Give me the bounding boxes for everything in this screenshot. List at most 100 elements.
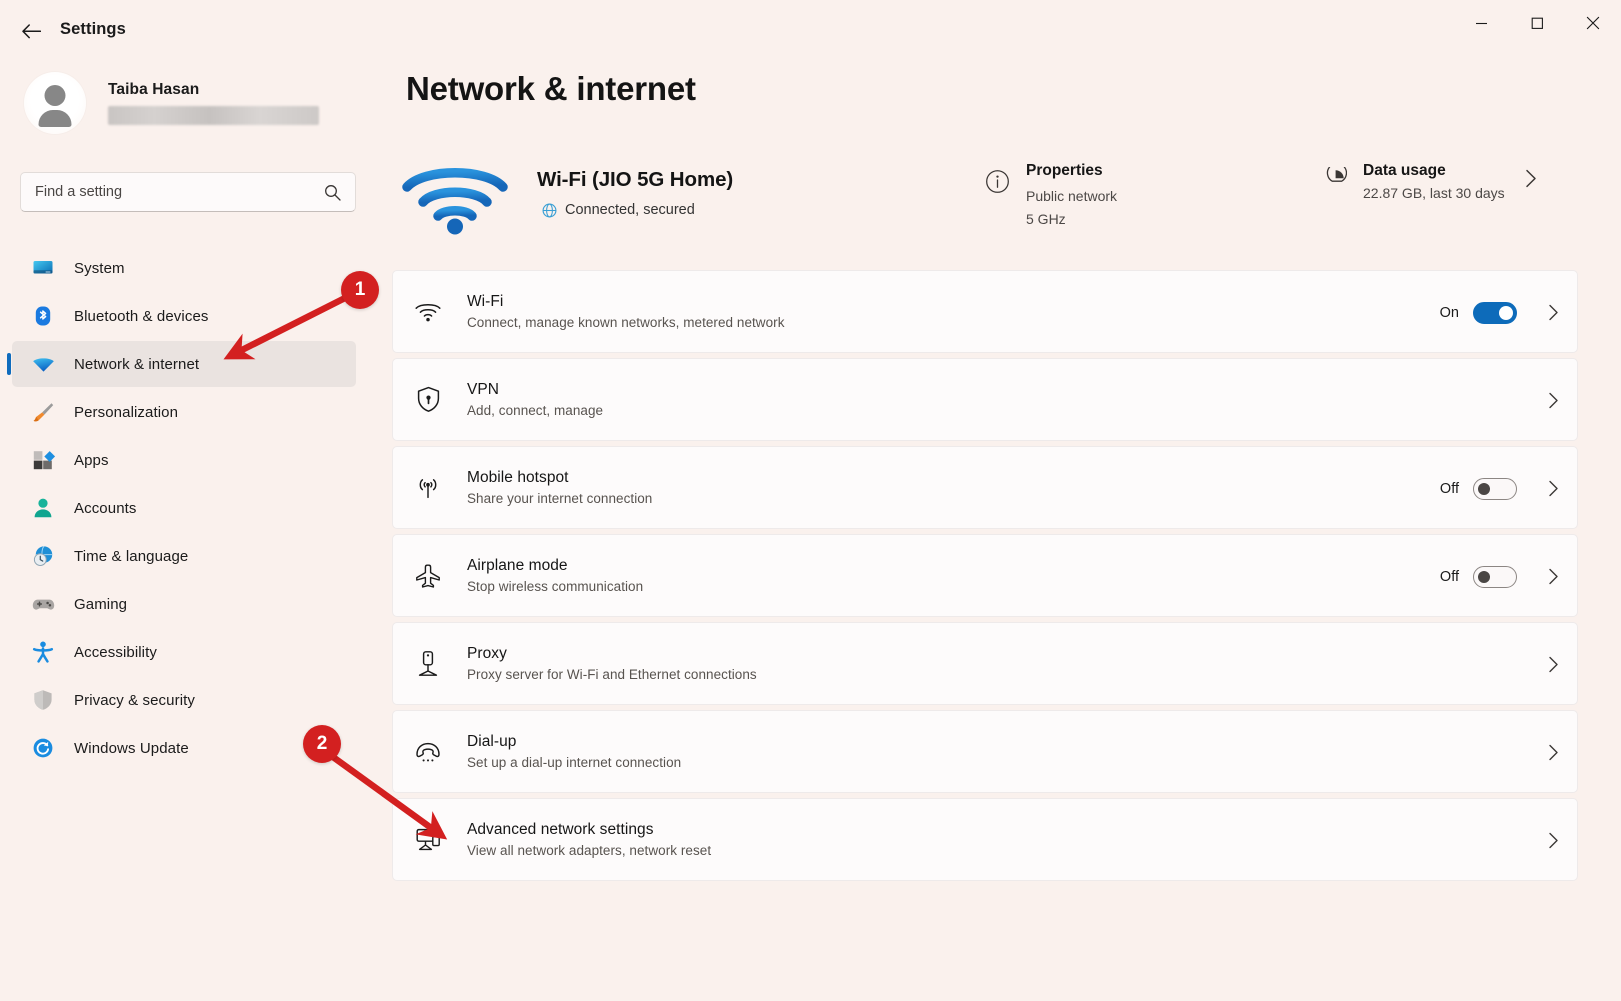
properties-band: 5 GHz <box>1026 210 1066 227</box>
toggle-state-label: Off <box>1439 480 1459 497</box>
title-bar: Settings <box>0 0 1621 62</box>
search-icon <box>324 184 341 206</box>
network-status-header: Wi-Fi (JIO 5G Home) Connected, secured P… <box>390 144 1590 244</box>
proxy-server-icon <box>413 649 443 679</box>
row-controls: Off <box>1440 447 1563 530</box>
row-subtitle: Share your internet connection <box>467 491 653 506</box>
row-controls <box>1543 799 1563 882</box>
sidebar-item-system[interactable]: System <box>12 245 356 291</box>
info-circle-icon <box>985 169 1010 230</box>
pie-chart-icon <box>1320 162 1348 201</box>
settings-window: Settings Taiba Hasan Find a setting Syst… <box>0 0 1621 1001</box>
chevron-right-icon[interactable] <box>1543 656 1563 673</box>
wifi-signal-icon <box>400 154 510 241</box>
row-airplane-mode[interactable]: Airplane mode Stop wireless communicatio… <box>392 534 1578 617</box>
sidebar-item-label: Personalization <box>74 403 179 421</box>
row-wifi[interactable]: Wi-Fi Connect, manage known networks, me… <box>392 270 1578 353</box>
update-refresh-icon <box>30 735 56 761</box>
data-usage-title: Data usage <box>1363 162 1446 179</box>
sidebar-item-label: Accessibility <box>74 643 157 661</box>
monitor-icon <box>30 255 56 281</box>
chevron-right-icon[interactable] <box>1543 568 1563 585</box>
chevron-right-icon[interactable] <box>1525 169 1537 193</box>
row-title: Airplane mode <box>467 557 568 574</box>
maximize-button[interactable] <box>1509 0 1565 46</box>
shield-lock-icon <box>413 385 443 415</box>
row-title: Advanced network settings <box>467 821 654 838</box>
sidebar-item-apps[interactable]: Apps <box>12 437 356 483</box>
clock-globe-icon <box>30 543 56 569</box>
accessibility-person-icon <box>30 639 56 665</box>
sidebar-item-network-internet[interactable]: Network & internet <box>7 341 356 387</box>
row-advanced-network-settings[interactable]: Advanced network settings View all netwo… <box>392 798 1578 881</box>
sidebar-item-accessibility[interactable]: Accessibility <box>12 629 356 675</box>
network-status-text: Connected, secured <box>565 202 695 218</box>
sidebar-item-label: Windows Update <box>74 739 189 757</box>
back-arrow-icon <box>21 23 41 38</box>
main-content: Network & internet Wi-Fi (JIO 5G Home) C… <box>380 62 1621 1001</box>
sidebar-item-time-language[interactable]: Time & language <box>12 533 356 579</box>
sidebar-item-label: System <box>74 259 125 277</box>
row-proxy[interactable]: Proxy Proxy server for Wi-Fi and Etherne… <box>392 622 1578 705</box>
window-controls <box>1453 0 1621 46</box>
sidebar-item-privacy-security[interactable]: Privacy & security <box>12 677 356 723</box>
row-controls: On <box>1440 271 1563 354</box>
row-title: Mobile hotspot <box>467 469 569 486</box>
page-title: Network & internet <box>406 70 696 107</box>
chevron-right-icon[interactable] <box>1543 744 1563 761</box>
sidebar-item-label: Network & internet <box>74 355 200 373</box>
app-title: Settings <box>60 20 126 38</box>
chevron-right-icon[interactable] <box>1543 392 1563 409</box>
row-title: Proxy <box>467 645 507 662</box>
row-dial-up[interactable]: Dial-up Set up a dial-up internet connec… <box>392 710 1578 793</box>
row-controls <box>1543 623 1563 706</box>
avatar <box>24 72 86 134</box>
wifi-icon <box>413 297 443 327</box>
row-subtitle: View all network adapters, network reset <box>467 843 712 858</box>
sidebar-item-gaming[interactable]: Gaming <box>12 581 356 627</box>
chevron-right-icon[interactable] <box>1543 304 1563 321</box>
shield-icon <box>30 687 56 713</box>
properties-block[interactable]: Properties Public network 5 GHz <box>985 162 1117 230</box>
row-title: Wi-Fi <box>467 293 504 310</box>
sidebar-item-personalization[interactable]: Personalization <box>12 389 356 435</box>
mobile-hotspot-toggle[interactable] <box>1473 477 1517 500</box>
properties-title: Properties <box>1026 162 1103 179</box>
chevron-right-icon[interactable] <box>1543 480 1563 497</box>
sidebar: Taiba Hasan Find a setting System Blueto… <box>0 62 380 1001</box>
back-button[interactable] <box>14 14 48 48</box>
row-vpn[interactable]: VPN Add, connect, manage <box>392 358 1578 441</box>
globe-icon <box>542 203 557 218</box>
profile-email-redacted <box>108 106 319 125</box>
row-subtitle: Connect, manage known networks, metered … <box>467 315 785 330</box>
sidebar-item-accounts[interactable]: Accounts <box>12 485 356 531</box>
close-icon <box>1586 16 1600 30</box>
airplane-mode-toggle[interactable] <box>1473 565 1517 588</box>
user-profile[interactable]: Taiba Hasan <box>24 72 319 134</box>
gamepad-icon <box>30 591 56 617</box>
row-mobile-hotspot[interactable]: Mobile hotspot Share your internet conne… <box>392 446 1578 529</box>
sidebar-item-label: Accounts <box>74 499 137 517</box>
apps-grid-icon <box>30 447 56 473</box>
network-adapter-icon <box>413 825 443 855</box>
minimize-button[interactable] <box>1453 0 1509 46</box>
paintbrush-icon <box>30 399 56 425</box>
airplane-icon <box>413 561 443 591</box>
maximize-icon <box>1531 17 1543 29</box>
sidebar-item-label: Apps <box>74 451 109 469</box>
sidebar-item-bluetooth-devices[interactable]: Bluetooth & devices <box>12 293 356 339</box>
data-usage-block[interactable]: Data usage 22.87 GB, last 30 days <box>1320 162 1505 201</box>
row-subtitle: Set up a dial-up internet connection <box>467 755 682 770</box>
data-usage-value: 22.87 GB, last 30 days <box>1363 185 1505 201</box>
sidebar-item-label: Privacy & security <box>74 691 195 709</box>
search-input[interactable] <box>21 184 301 200</box>
settings-list: Wi-Fi Connect, manage known networks, me… <box>392 270 1578 886</box>
wifi-toggle[interactable] <box>1473 301 1517 324</box>
toggle-state-label: Off <box>1439 568 1459 585</box>
search-box[interactable] <box>20 172 356 212</box>
chevron-right-icon[interactable] <box>1543 832 1563 849</box>
sidebar-item-windows-update[interactable]: Windows Update <box>12 725 356 771</box>
close-button[interactable] <box>1565 0 1621 46</box>
hotspot-antenna-icon <box>413 473 443 503</box>
properties-network-type: Public network <box>1026 188 1118 204</box>
